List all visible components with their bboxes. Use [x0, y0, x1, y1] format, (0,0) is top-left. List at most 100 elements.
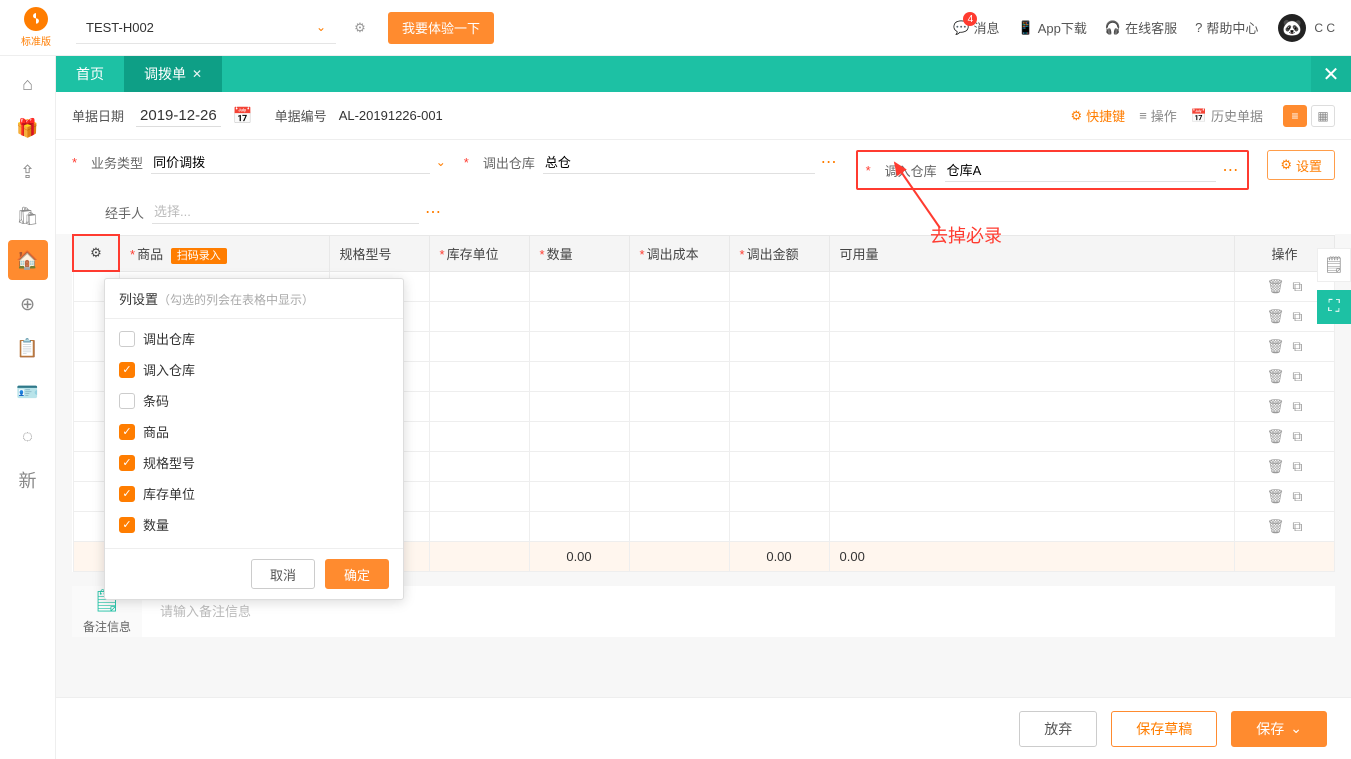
experience-button[interactable]: 我要体验一下	[388, 12, 494, 44]
more-icon[interactable]: ⋯	[425, 202, 442, 222]
copy-icon[interactable]: ⧉	[1292, 458, 1302, 474]
shortcut-link[interactable]: ⚙快捷键	[1071, 106, 1126, 125]
messages-label: 消息	[974, 18, 1000, 37]
logo: 标准版	[16, 7, 56, 48]
field-handler: 经手人 ⋯	[72, 200, 442, 224]
delete-icon[interactable]: 🗑	[1267, 368, 1285, 384]
org-selector[interactable]: TEST-H002 ⌄	[76, 12, 336, 44]
column-option[interactable]: ✓ 调入仓库	[105, 354, 403, 385]
view-toggle: ≡ ▦	[1283, 105, 1335, 127]
column-option[interactable]: 调出仓库	[105, 323, 403, 354]
copy-icon[interactable]: ⧉	[1292, 278, 1302, 294]
avatar[interactable]: 🐼	[1278, 14, 1306, 42]
close-icon[interactable]: ✕	[192, 67, 202, 81]
copy-icon[interactable]: ⧉	[1292, 368, 1302, 384]
discard-button[interactable]: 放弃	[1019, 711, 1097, 747]
column-option[interactable]: ✓规格型号	[105, 447, 403, 478]
service-label: 在线客服	[1125, 18, 1177, 37]
more-icon[interactable]: ⋯	[1222, 160, 1239, 180]
float-actions: 🗒 ⛶	[1317, 248, 1351, 324]
more-icon[interactable]: ⋯	[821, 152, 838, 172]
tab-home[interactable]: 首页	[56, 56, 124, 92]
column-option-label: 调入仓库	[143, 360, 195, 379]
nav-bag-icon[interactable]: 🛍	[8, 196, 48, 236]
view-grid-button[interactable]: ▦	[1311, 105, 1335, 127]
col-qty: *数量	[529, 235, 629, 271]
help-link[interactable]: ? 帮助中心	[1195, 18, 1258, 37]
service-link[interactable]: 🎧 在线客服	[1105, 18, 1177, 37]
float-expand-button[interactable]: ⛶	[1317, 290, 1351, 324]
col-avail: 可用量	[829, 235, 1235, 271]
cancel-button[interactable]: 取消	[251, 559, 315, 589]
confirm-button[interactable]: 确定	[325, 559, 389, 589]
in-wh-input[interactable]	[945, 158, 1217, 182]
checkbox-icon: ✓	[119, 362, 135, 378]
delete-icon[interactable]: 🗑	[1267, 278, 1285, 294]
col-cost: *调出成本	[629, 235, 729, 271]
delete-icon[interactable]: 🗑	[1267, 488, 1285, 504]
scan-entry-badge[interactable]: 扫码录入	[171, 248, 227, 264]
tab-transfer-doc[interactable]: 调拨单 ✕	[124, 56, 222, 92]
column-option-label: 数量	[143, 515, 169, 534]
chevron-down-icon: ⌄	[1290, 720, 1302, 737]
gear-icon: ⚙	[1071, 108, 1083, 124]
header-settings-button[interactable]: ⚙	[344, 12, 376, 44]
nav-clipboard-icon[interactable]: 📋	[8, 328, 48, 368]
nav-sync-icon[interactable]: ◌	[8, 416, 48, 456]
copy-icon[interactable]: ⧉	[1292, 338, 1302, 354]
operate-link[interactable]: ≡操作	[1139, 106, 1177, 125]
handler-input[interactable]	[152, 200, 419, 224]
view-list-button[interactable]: ≡	[1283, 105, 1307, 127]
column-option[interactable]: ✓库存单位	[105, 478, 403, 509]
form-row-2: 经手人 ⋯	[56, 200, 1351, 234]
float-note-button[interactable]: 🗒	[1317, 248, 1351, 282]
delete-icon[interactable]: 🗑	[1267, 308, 1285, 324]
popover-items[interactable]: 调出仓库✓调入仓库条码✓商品✓规格型号✓库存单位✓数量单位2	[105, 318, 403, 548]
copy-icon[interactable]: ⧉	[1292, 518, 1302, 534]
app-download-label: App下载	[1038, 18, 1087, 37]
form-row-1: * 业务类型 ⌄ * 调出仓库 ⋯ * 调入仓库 ⋯ ⚙设置	[56, 140, 1351, 200]
nav-gift-icon[interactable]: 🎁	[8, 108, 48, 148]
out-wh-input[interactable]	[543, 150, 815, 174]
biz-type-label: 业务类型	[83, 153, 143, 172]
column-option[interactable]: 条码	[105, 385, 403, 416]
chevron-down-icon[interactable]: ⌄	[436, 155, 446, 169]
delete-icon[interactable]: 🗑	[1267, 428, 1285, 444]
total-amount: 0.00	[829, 541, 1235, 571]
tab-home-label: 首页	[76, 64, 104, 84]
column-option[interactable]: 单位2	[105, 540, 403, 548]
column-settings-button[interactable]: ⚙	[73, 235, 119, 271]
column-option[interactable]: ✓商品	[105, 416, 403, 447]
nav-export-icon[interactable]: ⇪	[8, 152, 48, 192]
delete-icon[interactable]: 🗑	[1267, 458, 1285, 474]
headset-icon: 🎧	[1105, 20, 1121, 36]
popover-title: 列设置（勾选的列会在表格中显示）	[105, 279, 403, 318]
biz-type-input[interactable]	[151, 150, 430, 174]
history-link[interactable]: 📅历史单据	[1191, 106, 1263, 125]
delete-icon[interactable]: 🗑	[1267, 398, 1285, 414]
messages-link[interactable]: 💬 消息 4	[953, 18, 999, 37]
gear-icon: ⚙	[90, 245, 102, 260]
field-in-warehouse: * 调入仓库 ⋯	[856, 150, 1250, 190]
copy-icon[interactable]: ⧉	[1292, 488, 1302, 504]
copy-icon[interactable]: ⧉	[1292, 308, 1302, 324]
copy-icon[interactable]: ⧉	[1292, 398, 1302, 414]
delete-icon[interactable]: 🗑	[1267, 338, 1285, 354]
nav-money-icon[interactable]: ⊕	[8, 284, 48, 324]
checkbox-icon: ✓	[119, 455, 135, 471]
nav-home-icon[interactable]: ⌂	[8, 64, 48, 104]
doc-date-value[interactable]: 2019-12-26	[136, 105, 221, 127]
nav-id-icon[interactable]: 🪪	[8, 372, 48, 412]
settings-button[interactable]: ⚙设置	[1267, 150, 1335, 180]
nav-warehouse-icon[interactable]: 🏠	[8, 240, 48, 280]
calendar-icon[interactable]: 📅	[233, 106, 253, 126]
out-wh-label: 调出仓库	[475, 153, 535, 172]
app-download-link[interactable]: 📱 App下载	[1018, 18, 1087, 37]
close-panel-button[interactable]: ✕	[1311, 56, 1351, 92]
copy-icon[interactable]: ⧉	[1292, 428, 1302, 444]
save-draft-button[interactable]: 保存草稿	[1111, 711, 1217, 747]
save-button[interactable]: 保存⌄	[1231, 711, 1327, 747]
delete-icon[interactable]: 🗑	[1267, 518, 1285, 534]
column-option[interactable]: ✓数量	[105, 509, 403, 540]
nav-new-icon[interactable]: 新	[8, 460, 48, 500]
